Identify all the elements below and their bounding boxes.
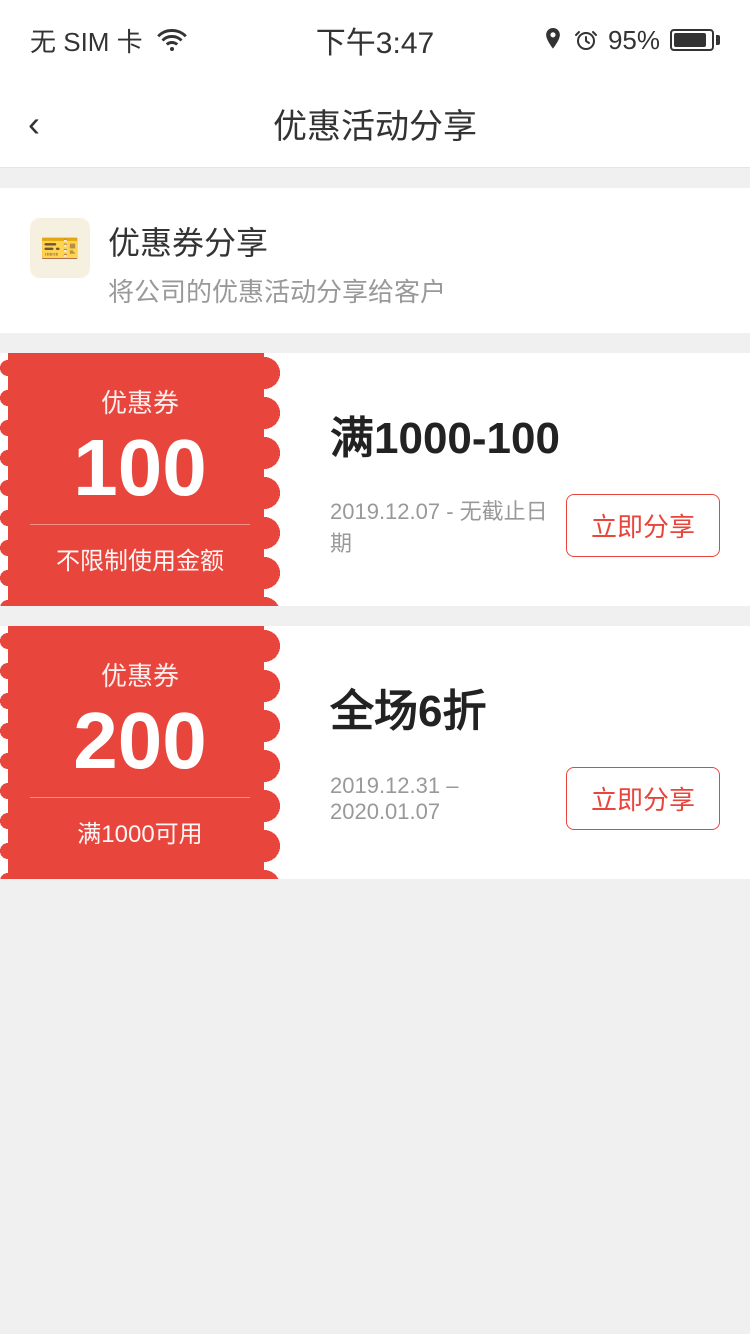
coupon-card-1: 优惠券 100 不限制使用金额 满1000-100 2019.12.07 - 无…	[0, 353, 750, 606]
wifi-icon	[155, 28, 189, 52]
status-time: 下午3:47	[316, 18, 434, 62]
section-title: 优惠券分享	[108, 218, 446, 264]
status-left: 无 SIM 卡	[30, 22, 189, 59]
battery-percentage: 95%	[608, 25, 660, 56]
section-icon: 🎫	[30, 218, 90, 278]
battery-icon	[670, 29, 720, 51]
nav-bar: ‹ 优惠活动分享	[0, 80, 750, 168]
section-header: 🎫 优惠券分享 将公司的优惠活动分享给客户	[0, 188, 750, 333]
coupon-divider-2	[30, 797, 250, 798]
coupon-name-1: 满1000-100	[330, 402, 720, 466]
coupon-amount-2: 200	[73, 701, 206, 781]
coupon-footer-1: 2019.12.07 - 无截止日期 立即分享	[330, 494, 720, 558]
share-button-1[interactable]: 立即分享	[566, 494, 720, 557]
coupon-label-2: 优惠券	[101, 656, 179, 693]
status-bar: 无 SIM 卡 下午3:47 95%	[0, 0, 750, 80]
back-button[interactable]: ‹	[28, 103, 40, 145]
coupon-footer-2: 2019.12.31 – 2020.01.07 立即分享	[330, 767, 720, 830]
location-icon	[542, 28, 564, 52]
coupon-left-2: 优惠券 200 满1000可用	[0, 626, 280, 879]
coupon-amount-1: 100	[73, 428, 206, 508]
coupon-date-1: 2019.12.07 - 无截止日期	[330, 494, 550, 558]
coupon-divider-1	[30, 524, 250, 525]
coupon-name-2: 全场6折	[330, 675, 720, 739]
status-right: 95%	[542, 25, 720, 56]
coupon-date-2: 2019.12.31 – 2020.01.07	[330, 773, 550, 825]
coupon-card-2: 优惠券 200 满1000可用 全场6折 2019.12.31 – 2020.0…	[0, 626, 750, 879]
coupons-list: 优惠券 100 不限制使用金额 满1000-100 2019.12.07 - 无…	[0, 353, 750, 899]
alarm-icon	[574, 28, 598, 52]
coupon-right-1: 满1000-100 2019.12.07 - 无截止日期 立即分享	[280, 353, 750, 606]
carrier-text: 无 SIM 卡	[30, 22, 143, 59]
coupon-left-1: 优惠券 100 不限制使用金额	[0, 353, 280, 606]
nav-title: 优惠活动分享	[273, 99, 477, 148]
coupon-label-1: 优惠券	[101, 383, 179, 420]
coupon-condition-2: 满1000可用	[77, 814, 202, 849]
section-subtitle: 将公司的优惠活动分享给客户	[108, 272, 446, 309]
coupon-right-2: 全场6折 2019.12.31 – 2020.01.07 立即分享	[280, 626, 750, 879]
section-text: 优惠券分享 将公司的优惠活动分享给客户	[108, 218, 446, 309]
coupon-condition-1: 不限制使用金额	[56, 541, 224, 576]
share-button-2[interactable]: 立即分享	[566, 767, 720, 830]
